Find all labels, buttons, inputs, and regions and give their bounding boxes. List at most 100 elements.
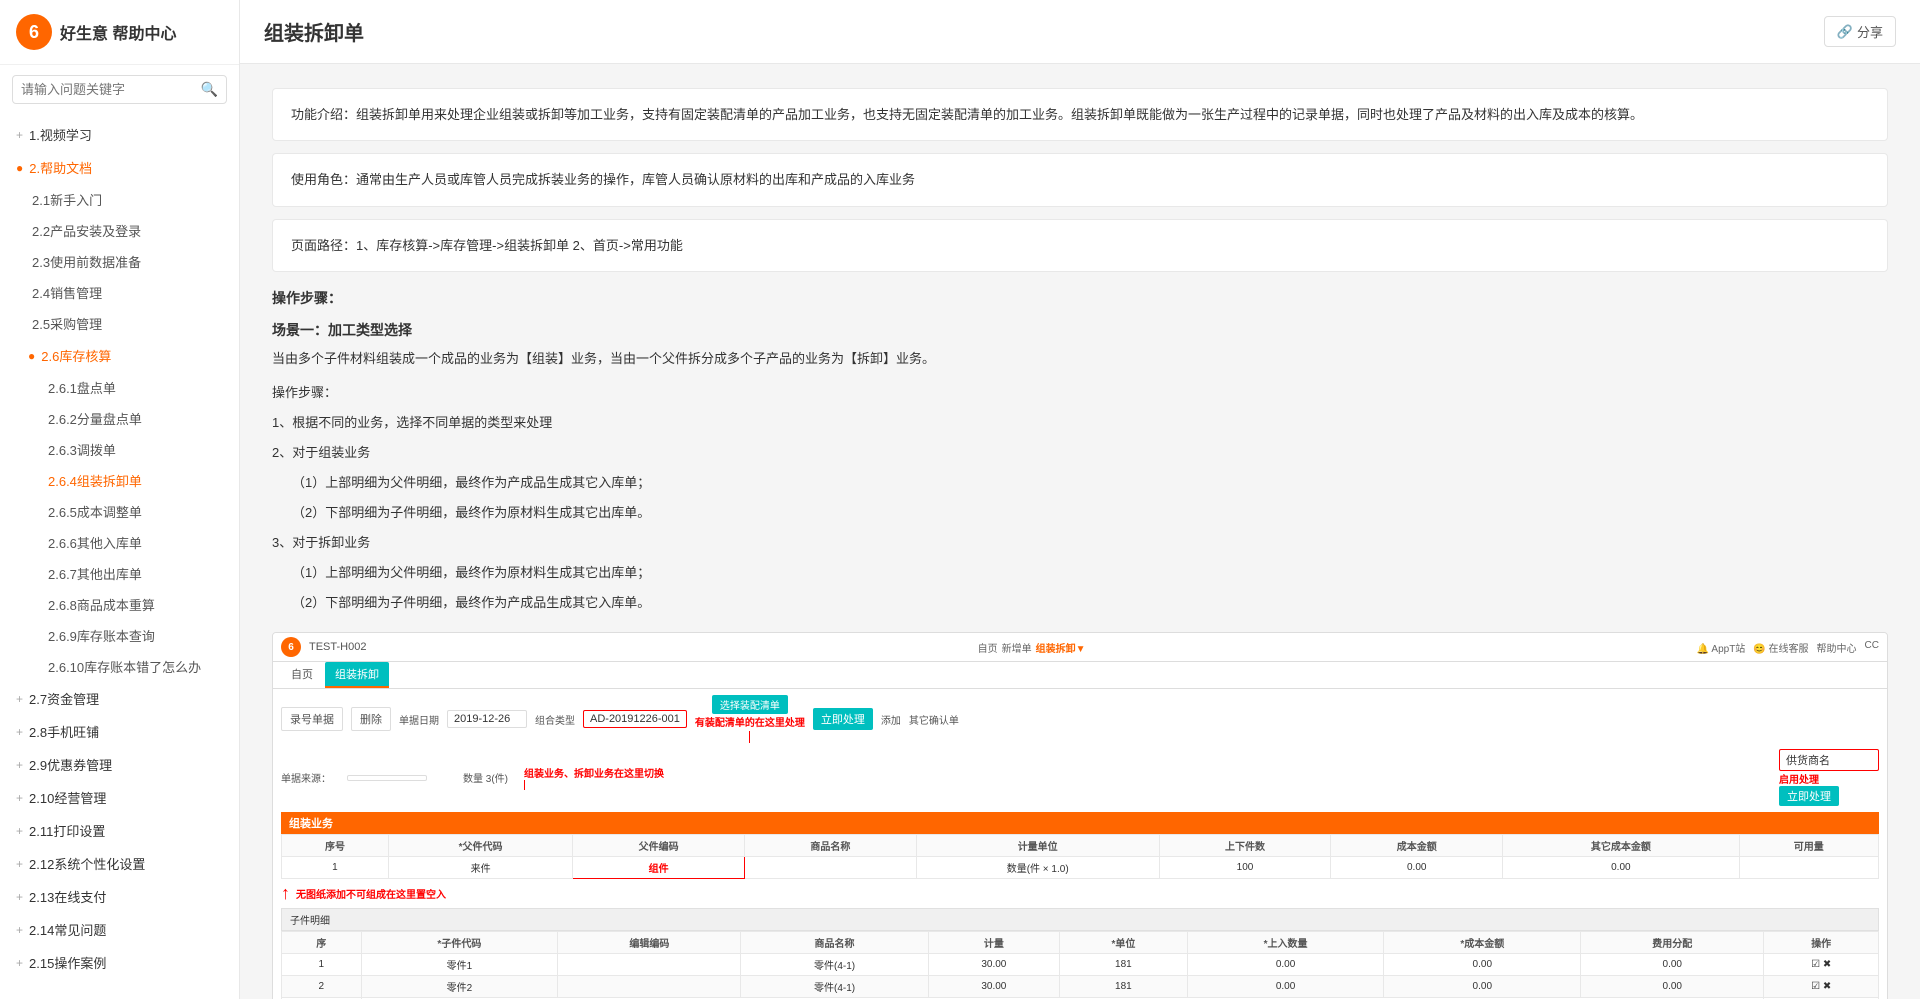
mock-type-input[interactable]: AD-20191226-001 (583, 710, 687, 728)
sidebar-item-split[interactable]: 2.6.2分量盘点单 (0, 403, 239, 434)
sidebar-item-print[interactable]: + 2.11打印设置 (0, 814, 239, 847)
mock-top-right: 🔔 AppT站 😊 在线客服 帮助中心 CC (1697, 640, 1879, 655)
mock-app: 6 TEST-H002 自页 新增单 组装拆卸▼ 🔔 AppT站 😊 在线客服 … (273, 633, 1887, 999)
step1: 1、根据不同的业务，选择不同单据的类型来处理 (272, 410, 1888, 436)
mock-date-input[interactable]: 2019-12-26 (447, 710, 527, 728)
mock-nav-tabs: 自页 组装拆卸 (273, 662, 1887, 689)
mock-doc-toolbar: 录号单据 删除 单据日期 2019-12-26 组合类型 AD-20191226… (281, 695, 1879, 743)
search-box[interactable]: 🔍 (12, 75, 227, 104)
scenario1-desc-text: 当由多个子件材料组装成一个成品的业务为【组装】业务，当由一个父件拆分成多个子产品… (272, 346, 1888, 372)
custom-expand-icon: + (16, 857, 23, 871)
sidebar-item-inv-error[interactable]: 2.6.10库存账本错了怎么办 (0, 651, 239, 682)
share-icon: 🔗 (1837, 24, 1853, 40)
mock-lower-table: 序 *子件代码 编辑编码 商品名称 计量 *单位 *上入数量 *成本金额 费用分… (281, 931, 1879, 999)
scenario1-title: 场景一：加工类型选择 (272, 320, 1888, 340)
mock-form-area: 录号单据 删除 单据日期 2019-12-26 组合类型 AD-20191226… (273, 689, 1887, 999)
step2: 2、对于组装业务 (272, 440, 1888, 466)
sidebar: 6 好生意 帮助中心 🔍 + 1.视频学习 ● 2.帮助文档 2.1新手入门 2… (0, 0, 240, 999)
sidebar-item-assemble[interactable]: 2.6.4组装拆卸单 (0, 465, 239, 496)
sidebar-item-other-in[interactable]: 2.6.6其他入库单 (0, 527, 239, 558)
mock-tab-home[interactable]: 自页 (281, 662, 323, 688)
mock-source[interactable] (347, 775, 427, 781)
share-button[interactable]: 🔗 分享 (1824, 16, 1896, 47)
mock-lower-section-header: 子件明细 (281, 908, 1879, 931)
function-intro-text: 功能介绍：组装拆卸单用来处理企业组装或拆卸等加工业务，支持有固定装配清单的产品加… (291, 107, 1643, 122)
mock-btn-delete[interactable]: 删除 (351, 707, 391, 731)
mock-immediate-btn[interactable]: 立即处理 (813, 708, 873, 730)
sidebar-item-custom[interactable]: + 2.12系统个性化设置 (0, 847, 239, 880)
role-intro-text: 使用角色：通常由生产人员或库管人员完成拆装业务的操作，库管人员确认原材料的出库和… (291, 172, 915, 187)
annotation2-group: 组装业务、拆卸业务在这里切换 (524, 765, 664, 790)
mock-upper-table-wrapper: 序号 *父件代码 父件编码 商品名称 计量单位 上下件数 成本金额 其它成本金额… (281, 834, 1879, 879)
path-intro-block: 页面路径：1、库存核算->库存管理->组装拆卸单 2、首页->常用功能 (272, 219, 1888, 272)
screenshot-container: 6 TEST-H002 自页 新增单 组装拆卸▼ 🔔 AppT站 😊 在线客服 … (272, 632, 1888, 999)
inventory-collapse-icon: ● (28, 349, 35, 363)
table-row: 1 零件1 零件(4-1) 30.00 181 0.00 0.00 0.00 (282, 954, 1879, 976)
payment-expand-icon: + (16, 890, 23, 904)
faq-expand-icon: + (16, 923, 23, 937)
nav-section: + 1.视频学习 ● 2.帮助文档 2.1新手入门 2.2产品安装及登录 2.3… (0, 114, 239, 983)
sidebar-item-sales[interactable]: 2.4销售管理 (0, 277, 239, 308)
collapse-icon: ● (16, 161, 23, 175)
coupon-expand-icon: + (16, 758, 23, 772)
sidebar-item-data[interactable]: 2.3使用前数据准备 (0, 246, 239, 277)
mock-app-id: TEST-H002 (309, 641, 366, 653)
sidebar-item-video[interactable]: + 1.视频学习 (0, 118, 239, 151)
path-intro-text: 页面路径：1、库存核算->库存管理->组装拆卸单 2、首页->常用功能 (291, 238, 683, 253)
process-btn[interactable]: 选择装配清单 (712, 695, 788, 714)
sidebar-item-mobile[interactable]: + 2.8手机旺铺 (0, 715, 239, 748)
sidebar-item-stocktake[interactable]: 2.6.1盘点单 (0, 372, 239, 403)
operation-expand-icon: + (16, 791, 23, 805)
sidebar-item-inventory[interactable]: ● 2.6库存核算 (0, 339, 239, 372)
sidebar-item-cost[interactable]: 2.6.5成本调整单 (0, 496, 239, 527)
search-input[interactable] (21, 82, 201, 97)
table-row: 1 来件 组件 数量(件 × 1.0) 100 0.00 0.00 (282, 857, 1879, 879)
sidebar-item-other-out[interactable]: 2.6.7其他出库单 (0, 558, 239, 589)
step3-sub1: （1）上部明细为父件明细，最终作为原材料生成其它出库单； (272, 560, 1888, 586)
logo-icon: 6 (16, 14, 52, 50)
mock-btn-save[interactable]: 录号单据 (281, 707, 343, 731)
role-intro-block: 使用角色：通常由生产人员或库管人员完成拆装业务的操作，库管人员确认原材料的出库和… (272, 153, 1888, 206)
sidebar-item-install[interactable]: 2.2产品安装及登录 (0, 215, 239, 246)
logo-text: 好生意 帮助中心 (60, 20, 176, 44)
mock-logo: 6 (281, 637, 301, 657)
sidebar-item-cases[interactable]: + 2.15操作案例 (0, 946, 239, 979)
main-content: 组装拆卸单 🔗 分享 功能介绍：组装拆卸单用来处理企业组装或拆卸等加工业务，支持… (240, 0, 1920, 999)
mock-tab-assemble[interactable]: 组装拆卸 (325, 662, 389, 688)
sidebar-item-adjust[interactable]: 2.6.3调拨单 (0, 434, 239, 465)
print-expand-icon: + (16, 824, 23, 838)
page-header: 组装拆卸单 🔗 分享 (240, 0, 1920, 64)
sidebar-item-capital[interactable]: + 2.7资金管理 (0, 682, 239, 715)
capital-expand-icon: + (16, 692, 23, 706)
steps-sub-title: 操作步骤： (272, 380, 1888, 406)
annotation2-text: 组装业务、拆卸业务在这里切换 (524, 765, 664, 780)
mock-app-header: 6 TEST-H002 自页 新增单 组装拆卸▼ 🔔 AppT站 😊 在线客服 … (273, 633, 1887, 662)
annotation4-text: 无图纸添加不可组成在这里置空入 (296, 886, 446, 901)
mock-upper-table: 序号 *父件代码 父件编码 商品名称 计量单位 上下件数 成本金额 其它成本金额… (281, 834, 1879, 879)
step3-sub2: （2）下部明细为子件明细，最终作为产成品生成其它入库单。 (272, 590, 1888, 616)
annotation2-arrow-row: ↑ 无图纸添加不可组成在这里置空入 (281, 883, 1879, 904)
expand-icon: + (16, 128, 23, 142)
mock-confirm-btn[interactable]: 立即处理 (1779, 786, 1839, 806)
logo-bar: 6 好生意 帮助中心 (0, 0, 239, 65)
mock-upper-section-header: 组装业务 (281, 812, 1879, 834)
annotation3-group: 供货商名 启用处理 立即处理 (1779, 749, 1879, 806)
page-title: 组装拆卸单 (264, 17, 364, 46)
mock-lower-table-wrapper: 序 *子件代码 编辑编码 商品名称 计量 *单位 *上入数量 *成本金额 费用分… (281, 931, 1879, 999)
scenario1-desc: 当由多个子件材料组装成一个成品的业务为【组装】业务，当由一个父件拆分成多个子产品… (272, 346, 1888, 372)
step2-sub1: （1）上部明细为父件明细，最终作为产成品生成其它入库单； (272, 470, 1888, 496)
sidebar-item-docs[interactable]: ● 2.帮助文档 (0, 151, 239, 184)
sidebar-item-new[interactable]: 2.1新手入门 (0, 184, 239, 215)
sidebar-item-faq[interactable]: + 2.14常见问题 (0, 913, 239, 946)
mock-top-nav: 自页 新增单 组装拆卸▼ (374, 640, 1688, 655)
sidebar-item-goods-cost[interactable]: 2.6.8商品成本重算 (0, 589, 239, 620)
step3: 3、对于拆卸业务 (272, 530, 1888, 556)
sidebar-item-purchase[interactable]: 2.5采购管理 (0, 308, 239, 339)
search-icon[interactable]: 🔍 (201, 81, 218, 98)
sidebar-item-payment[interactable]: + 2.13在线支付 (0, 880, 239, 913)
sidebar-item-operation[interactable]: + 2.10经营管理 (0, 781, 239, 814)
sidebar-item-coupon[interactable]: + 2.9优惠券管理 (0, 748, 239, 781)
sidebar-item-inv-check[interactable]: 2.6.9库存账本查询 (0, 620, 239, 651)
mock-store-input[interactable]: 供货商名 (1779, 749, 1879, 771)
mobile-expand-icon: + (16, 725, 23, 739)
